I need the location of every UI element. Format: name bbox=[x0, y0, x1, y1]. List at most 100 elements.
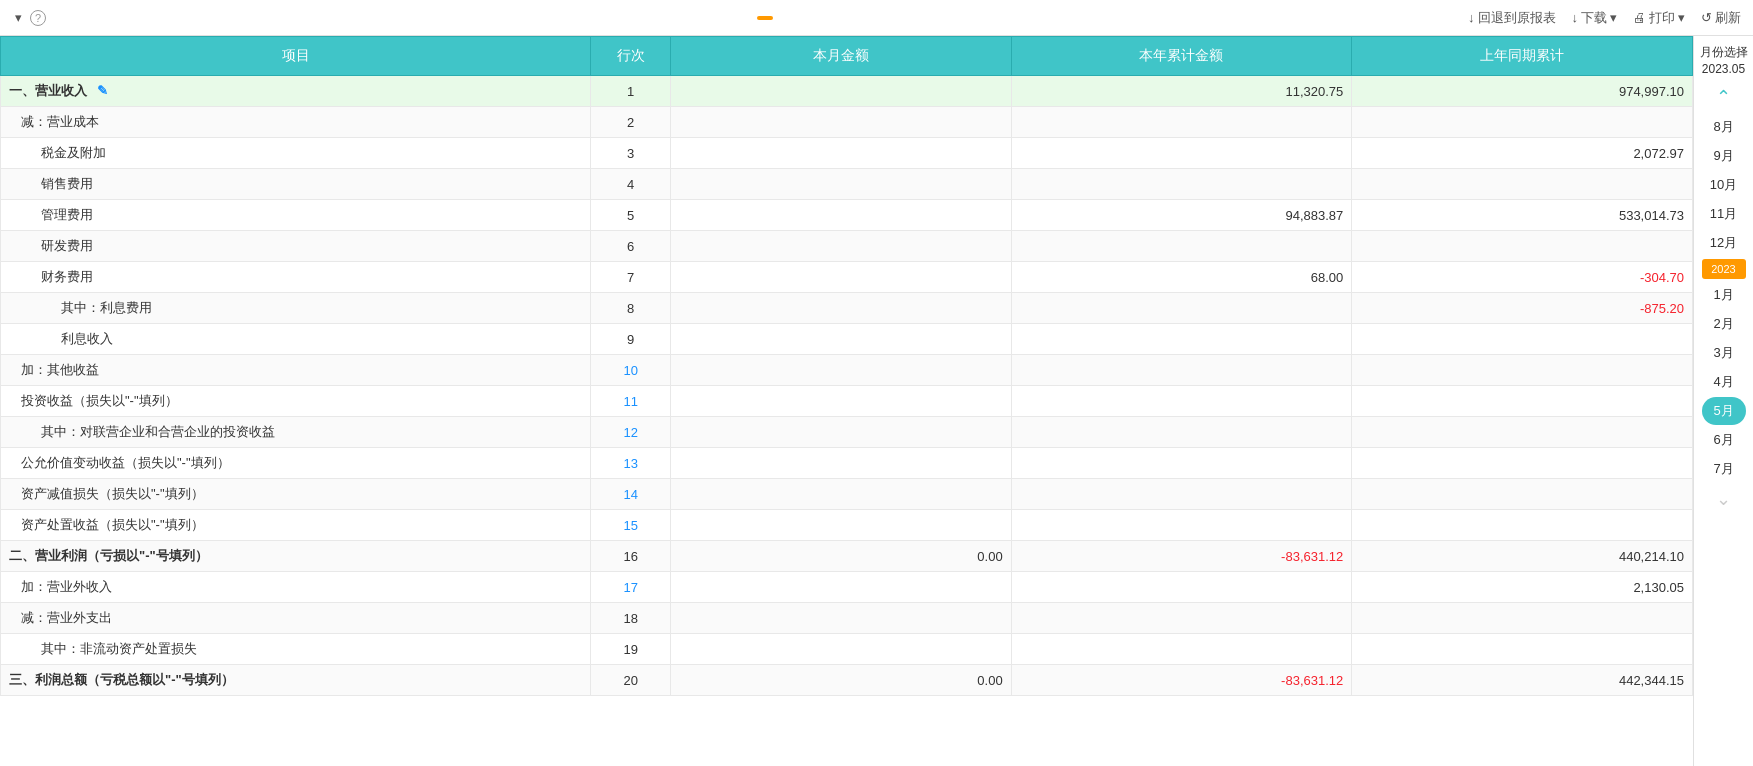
row-number-cell[interactable]: 12 bbox=[591, 417, 670, 448]
item-cell: 减：营业外支出 bbox=[1, 603, 591, 634]
table-area: 项目 行次 本月金额 本年累计金额 上年同期累计 一、营业收入 ✎111,320… bbox=[0, 36, 1693, 766]
item-cell: 税金及附加 bbox=[1, 138, 591, 169]
month-selector-title: 月份选择 2023.05 bbox=[1700, 40, 1748, 82]
row-number-cell[interactable]: 10 bbox=[591, 355, 670, 386]
month-item[interactable]: 2月 bbox=[1702, 310, 1746, 338]
month-item[interactable]: 12月 bbox=[1702, 229, 1746, 257]
month-item[interactable]: 1月 bbox=[1702, 281, 1746, 309]
refresh-icon: ↺ bbox=[1701, 10, 1712, 25]
year-amount-cell bbox=[1011, 417, 1352, 448]
year-amount-cell: 68.00 bbox=[1011, 262, 1352, 293]
download-button[interactable]: ↓ 下载 ▾ bbox=[1572, 9, 1618, 27]
prev-amount-cell bbox=[1352, 231, 1693, 262]
table-row: 利息收入9 bbox=[1, 324, 1693, 355]
prev-amount-cell bbox=[1352, 355, 1693, 386]
row-number-cell: 16 bbox=[591, 541, 670, 572]
month-amount-cell: 0.00 bbox=[670, 541, 1011, 572]
all-dropdown[interactable]: ▾ bbox=[12, 10, 22, 25]
row-number-cell: 6 bbox=[591, 231, 670, 262]
prev-amount-cell bbox=[1352, 510, 1693, 541]
table-row: 财务费用768.00-304.70 bbox=[1, 262, 1693, 293]
item-cell: 研发费用 bbox=[1, 231, 591, 262]
prev-amount-cell bbox=[1352, 169, 1693, 200]
year-amount-cell bbox=[1011, 386, 1352, 417]
row-number-cell[interactable]: 14 bbox=[591, 479, 670, 510]
month-amount-cell bbox=[670, 262, 1011, 293]
status-badge bbox=[757, 16, 773, 20]
item-cell: 资产减值损失（损失以"-"填列） bbox=[1, 479, 591, 510]
row-number-cell: 3 bbox=[591, 138, 670, 169]
month-amount-cell: 0.00 bbox=[670, 665, 1011, 696]
year-amount-cell: 94,883.87 bbox=[1011, 200, 1352, 231]
year-amount-cell bbox=[1011, 634, 1352, 665]
row-number-cell: 19 bbox=[591, 634, 670, 665]
row-number-cell: 18 bbox=[591, 603, 670, 634]
refresh-button[interactable]: ↺ 刷新 bbox=[1701, 9, 1741, 27]
table-row: 销售费用4 bbox=[1, 169, 1693, 200]
month-item[interactable]: 10月 bbox=[1702, 171, 1746, 199]
year-amount-cell bbox=[1011, 479, 1352, 510]
item-cell: 二、营业利润（亏损以"-"号填列） bbox=[1, 541, 591, 572]
prev-amount-cell bbox=[1352, 448, 1693, 479]
table-row: 加：营业外收入172,130.05 bbox=[1, 572, 1693, 603]
item-cell: 其中：利息费用 bbox=[1, 293, 591, 324]
table-row: 其中：非流动资产处置损失19 bbox=[1, 634, 1693, 665]
item-cell: 减：营业成本 bbox=[1, 107, 591, 138]
month-item[interactable]: 3月 bbox=[1702, 339, 1746, 367]
header-item: 项目 bbox=[1, 37, 591, 76]
year-amount-cell bbox=[1011, 324, 1352, 355]
help-icon[interactable]: ? bbox=[30, 10, 46, 26]
prev-amount-cell: -875.20 bbox=[1352, 293, 1693, 324]
row-number-cell: 8 bbox=[591, 293, 670, 324]
year-amount-cell bbox=[1011, 169, 1352, 200]
print-button[interactable]: 🖨 打印 ▾ bbox=[1633, 9, 1685, 27]
month-amount-cell bbox=[670, 448, 1011, 479]
month-item[interactable]: 5月 bbox=[1702, 397, 1746, 425]
month-amount-cell bbox=[670, 231, 1011, 262]
prev-amount-cell: 442,344.15 bbox=[1352, 665, 1693, 696]
row-number-cell[interactable]: 17 bbox=[591, 572, 670, 603]
prev-amount-cell bbox=[1352, 386, 1693, 417]
prev-amount-cell bbox=[1352, 107, 1693, 138]
month-item[interactable]: 8月 bbox=[1702, 113, 1746, 141]
month-amount-cell bbox=[670, 355, 1011, 386]
month-item[interactable]: 2023 bbox=[1702, 259, 1746, 279]
chevron-down-icon: ▾ bbox=[1610, 10, 1617, 25]
table-row: 减：营业外支出18 bbox=[1, 603, 1693, 634]
month-nav-up[interactable]: ⌃ bbox=[1712, 82, 1735, 112]
table-row: 投资收益（损失以"-"填列）11 bbox=[1, 386, 1693, 417]
row-number-cell[interactable]: 15 bbox=[591, 510, 670, 541]
year-amount-cell bbox=[1011, 138, 1352, 169]
edit-icon[interactable]: ✎ bbox=[93, 83, 108, 98]
item-cell: 其中：对联营企业和合营企业的投资收益 bbox=[1, 417, 591, 448]
year-amount-cell bbox=[1011, 293, 1352, 324]
month-item[interactable]: 9月 bbox=[1702, 142, 1746, 170]
back-button[interactable]: ↓ 回退到原报表 bbox=[1468, 9, 1556, 27]
row-number-cell: 2 bbox=[591, 107, 670, 138]
month-item[interactable]: 6月 bbox=[1702, 426, 1746, 454]
month-amount-cell bbox=[670, 107, 1011, 138]
item-cell: 加：营业外收入 bbox=[1, 572, 591, 603]
prev-amount-cell: -304.70 bbox=[1352, 262, 1693, 293]
chevron-down-icon: ▾ bbox=[1678, 10, 1685, 25]
table-row: 加：其他收益10 bbox=[1, 355, 1693, 386]
prev-amount-cell bbox=[1352, 417, 1693, 448]
month-amount-cell bbox=[670, 479, 1011, 510]
month-item[interactable]: 11月 bbox=[1702, 200, 1746, 228]
prev-amount-cell: 533,014.73 bbox=[1352, 200, 1693, 231]
month-item[interactable]: 7月 bbox=[1702, 455, 1746, 483]
month-amount-cell bbox=[670, 417, 1011, 448]
item-cell: 三、利润总额（亏税总额以"-"号填列） bbox=[1, 665, 591, 696]
header-prev: 上年同期累计 bbox=[1352, 37, 1693, 76]
report-table: 项目 行次 本月金额 本年累计金额 上年同期累计 一、营业收入 ✎111,320… bbox=[0, 36, 1693, 696]
row-number-cell[interactable]: 13 bbox=[591, 448, 670, 479]
item-cell: 资产处置收益（损失以"-"填列） bbox=[1, 510, 591, 541]
item-cell: 销售费用 bbox=[1, 169, 591, 200]
month-sidebar: 月份选择 2023.05 ⌃ 8月9月10月11月12月20231月2月3月4月… bbox=[1693, 36, 1753, 766]
month-amount-cell bbox=[670, 293, 1011, 324]
month-item[interactable]: 4月 bbox=[1702, 368, 1746, 396]
row-number-cell[interactable]: 11 bbox=[591, 386, 670, 417]
table-row: 税金及附加32,072.97 bbox=[1, 138, 1693, 169]
month-nav-down[interactable]: ⌄ bbox=[1712, 484, 1735, 514]
table-row: 一、营业收入 ✎111,320.75974,997.10 bbox=[1, 76, 1693, 107]
